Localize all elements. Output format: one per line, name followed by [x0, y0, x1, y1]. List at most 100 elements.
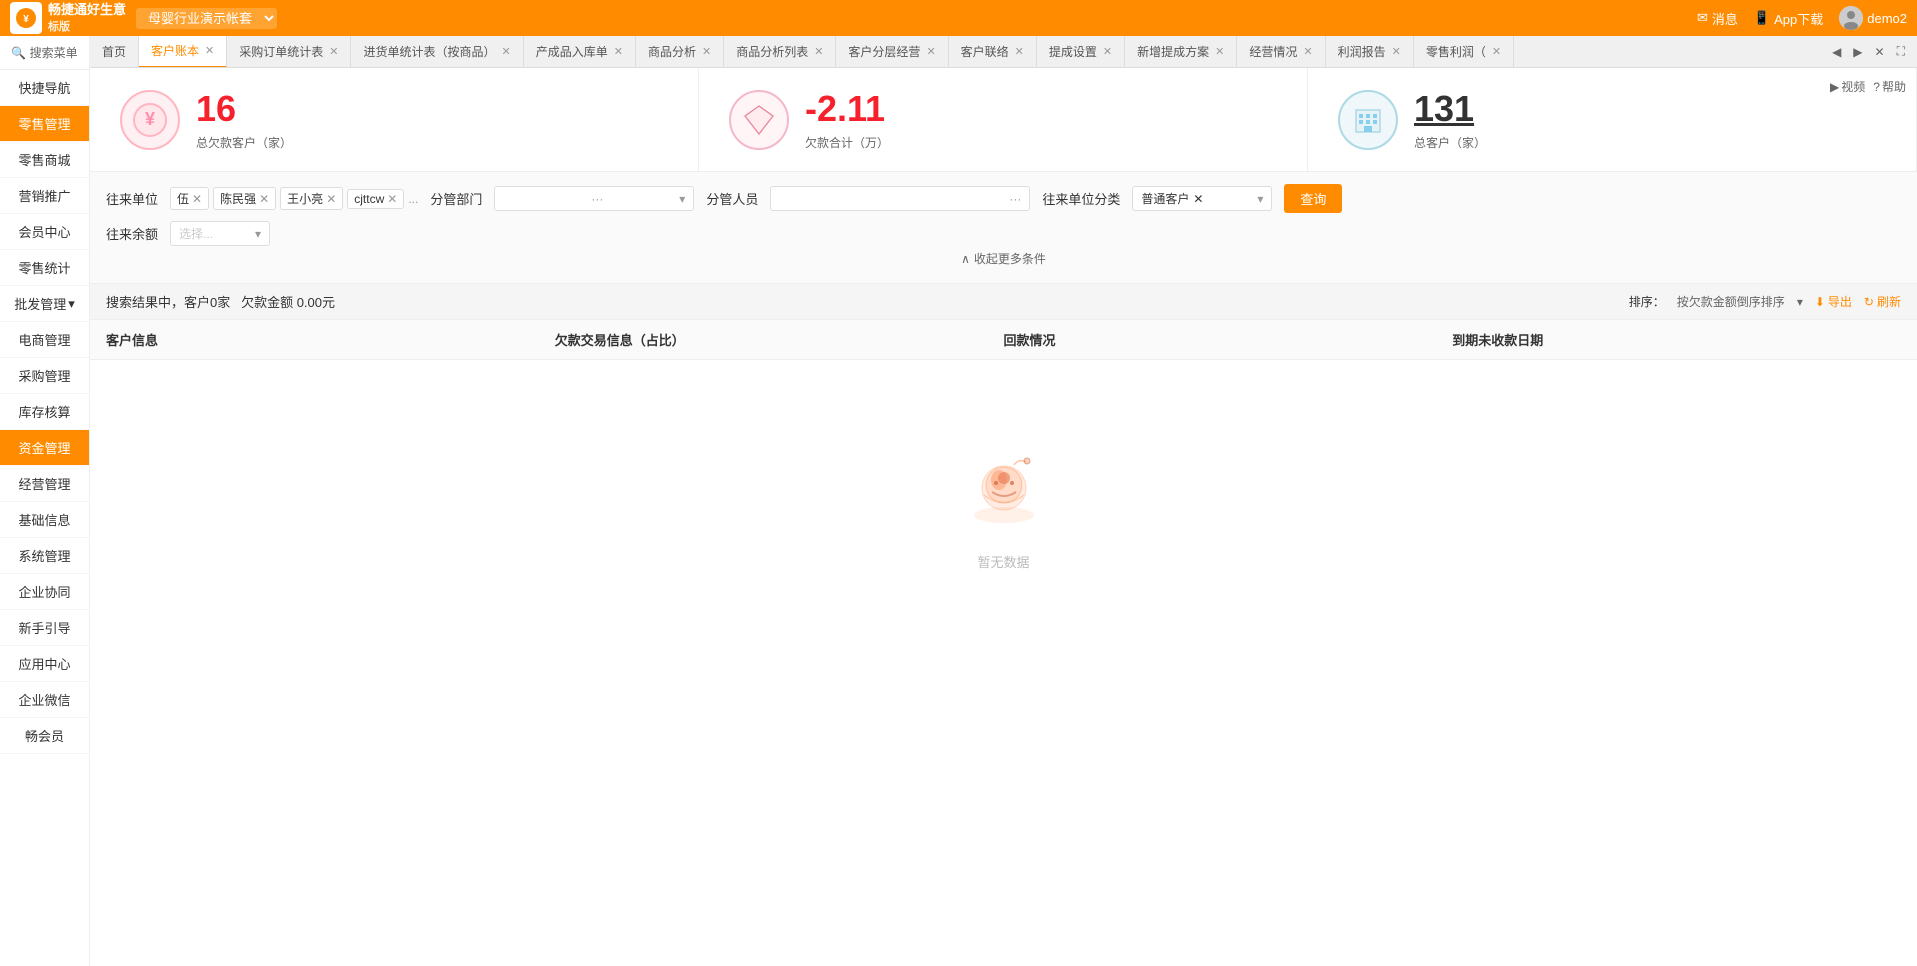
sidebar-item-wholesale[interactable]: 批发管理 ▾: [0, 286, 89, 322]
collapse-more-btn[interactable]: ∧ 收起更多条件: [106, 246, 1901, 271]
sidebar-item-retail-mall[interactable]: 零售商城: [0, 142, 89, 178]
sidebar-item-retail-manage[interactable]: 零售管理: [0, 106, 89, 142]
branch-dept-select[interactable]: ··· ▾: [494, 186, 694, 211]
sidebar-item-basic-info[interactable]: 基础信息: [0, 502, 89, 538]
filter-more-tags[interactable]: ...: [408, 192, 418, 206]
search-menu-btn[interactable]: 🔍 搜索菜单: [0, 36, 89, 70]
tab-customer-account[interactable]: 客户账本 ✕: [139, 36, 227, 68]
tab-next-arrow[interactable]: ▶: [1849, 43, 1866, 61]
sort-label: 排序：: [1629, 293, 1665, 310]
total-customers-value[interactable]: 131: [1414, 88, 1486, 130]
sidebar-item-operations[interactable]: 经营管理: [0, 466, 89, 502]
help-btn[interactable]: ? 帮助: [1873, 78, 1906, 95]
sidebar-item-marketing[interactable]: 营销推广: [0, 178, 89, 214]
remain-amt-label: 往来余额: [106, 224, 158, 243]
svg-text:¥: ¥: [23, 14, 29, 25]
export-btn[interactable]: ⬇ 导出: [1815, 293, 1852, 310]
logo-title: 畅捷通好生意: [48, 2, 126, 18]
close-tab-profit-report[interactable]: ✕: [1392, 45, 1401, 58]
close-tab-inbound-stats[interactable]: ✕: [502, 45, 511, 58]
summary-card-total-debt: -2.11 欠款合计（万）: [699, 68, 1308, 171]
avatar: [1839, 6, 1863, 30]
close-tab-customer-contact[interactable]: ✕: [1015, 45, 1024, 58]
summary-card-right-debt-customers: 16 总欠款客户（家）: [196, 88, 292, 151]
tab-profit-report[interactable]: 利润报告 ✕: [1326, 36, 1414, 68]
empty-text: 暂无数据: [977, 552, 1029, 571]
main-content: 首页 客户账本 ✕ 采购订单统计表 ✕ 进货单统计表（按商品） ✕ 产成品入库单…: [90, 36, 1917, 966]
remove-tag-chenminqiang[interactable]: ✕: [259, 192, 269, 206]
remove-tag-wu[interactable]: ✕: [192, 192, 202, 206]
filter-row-1: 往来单位 伍 ✕ 陈民强 ✕ 王小亮: [106, 184, 1901, 213]
tab-product-analysis-list[interactable]: 商品分析列表 ✕: [724, 36, 836, 68]
query-button[interactable]: 查询: [1284, 184, 1342, 213]
tab-expand[interactable]: ⛶: [1893, 42, 1909, 61]
quick-nav-label: 快捷导航: [18, 81, 70, 96]
close-tab-product-analysis[interactable]: ✕: [702, 45, 711, 58]
message-btn[interactable]: ✉ 消息: [1697, 9, 1738, 28]
tab-bar: 首页 客户账本 ✕ 采购订单统计表 ✕ 进货单统计表（按商品） ✕ 产成品入库单…: [90, 36, 1917, 68]
sidebar-item-retail-stats[interactable]: 零售统计: [0, 250, 89, 286]
close-tab-commission-settings[interactable]: ✕: [1103, 45, 1112, 58]
branch-dept-label: 分管部门: [430, 189, 482, 208]
branch-person-select[interactable]: ···: [770, 186, 1030, 211]
sidebar-item-member-center[interactable]: 会员中心: [0, 214, 89, 250]
tab-operations[interactable]: 经营情况 ✕: [1237, 36, 1325, 68]
refresh-btn[interactable]: ↻ 刷新: [1864, 293, 1901, 310]
close-tab-production-in[interactable]: ✕: [614, 45, 623, 58]
tab-retail-profit[interactable]: 零售利润（ ✕: [1414, 36, 1514, 68]
account-select[interactable]: 母婴行业演示帐套: [136, 8, 277, 29]
tab-commission-settings[interactable]: 提成设置 ✕: [1037, 36, 1125, 68]
close-tab-purchase-order[interactable]: ✕: [329, 45, 338, 58]
sidebar-item-finance[interactable]: 资金管理: [0, 430, 89, 466]
branch-person-value: [779, 190, 791, 207]
branch-dept-arrow: ▾: [679, 192, 685, 206]
remove-unit-class[interactable]: ✕: [1193, 192, 1203, 206]
app-download-btn[interactable]: 📱 App下载: [1754, 9, 1823, 28]
sidebar-item-system[interactable]: 系统管理: [0, 538, 89, 574]
video-btn[interactable]: ▶ 视频: [1830, 78, 1865, 95]
branch-dept-more[interactable]: ···: [591, 192, 603, 206]
remove-tag-wangxiaoliang[interactable]: ✕: [326, 192, 336, 206]
tab-customer-tier[interactable]: 客户分层经营 ✕: [836, 36, 948, 68]
sidebar-item-app-center[interactable]: 应用中心: [0, 646, 89, 682]
tab-inbound-stats[interactable]: 进货单统计表（按商品） ✕: [351, 36, 523, 68]
close-tab-customer-account[interactable]: ✕: [205, 44, 214, 57]
unit-class-label: 往来单位分类: [1042, 189, 1120, 208]
sidebar-item-quick-nav[interactable]: 快捷导航: [0, 70, 89, 106]
tab-close-all[interactable]: ✕: [1871, 43, 1889, 61]
user-btn[interactable]: demo2: [1839, 6, 1907, 30]
message-icon: ✉: [1697, 10, 1708, 26]
close-tab-customer-tier[interactable]: ✕: [926, 45, 935, 58]
sidebar-item-enterprise[interactable]: 企业协同: [0, 574, 89, 610]
close-tab-product-analysis-list[interactable]: ✕: [814, 45, 823, 58]
card-video-help: ▶ 视频 ? 帮助: [1830, 78, 1906, 95]
branch-dept-value: [503, 190, 515, 207]
remain-amt-select[interactable]: 选择... ▾: [170, 221, 270, 246]
branch-person-more[interactable]: ···: [1009, 192, 1021, 206]
col-overdue-date: 到期未收款日期: [1452, 330, 1901, 349]
tab-prev-arrow[interactable]: ◀: [1828, 43, 1845, 61]
sidebar-item-member[interactable]: 畅会员: [0, 718, 89, 754]
sort-arrow[interactable]: ▾: [1797, 295, 1803, 309]
tab-production-in[interactable]: 产成品入库单 ✕: [524, 36, 636, 68]
tab-home[interactable]: 首页: [90, 36, 139, 68]
close-tab-retail-profit[interactable]: ✕: [1492, 45, 1501, 58]
unit-class-arrow: ▾: [1257, 192, 1263, 206]
unit-class-select[interactable]: 普通客户 ✕ ▾: [1132, 186, 1272, 211]
sidebar-item-wechat[interactable]: 企业微信: [0, 682, 89, 718]
sidebar-item-purchase[interactable]: 采购管理: [0, 358, 89, 394]
tab-customer-contact[interactable]: 客户联络 ✕: [949, 36, 1037, 68]
close-tab-operations[interactable]: ✕: [1303, 45, 1312, 58]
close-tab-new-commission[interactable]: ✕: [1215, 45, 1224, 58]
tab-purchase-order[interactable]: 采购订单统计表 ✕: [227, 36, 351, 68]
tab-new-commission[interactable]: 新增提成方案 ✕: [1125, 36, 1237, 68]
sidebar-item-inventory[interactable]: 库存核算: [0, 394, 89, 430]
debt-customers-value: 16: [196, 88, 292, 130]
sidebar-item-newbie[interactable]: 新手引导: [0, 610, 89, 646]
sidebar-item-ecommerce[interactable]: 电商管理: [0, 322, 89, 358]
remove-tag-cjttcw[interactable]: ✕: [387, 192, 397, 206]
sort-value: 按欠款金额倒序排序: [1677, 293, 1785, 310]
money-circle-icon: ¥: [120, 90, 180, 150]
chevron-up-icon: ∧: [961, 252, 970, 266]
tab-product-analysis[interactable]: 商品分析 ✕: [636, 36, 724, 68]
